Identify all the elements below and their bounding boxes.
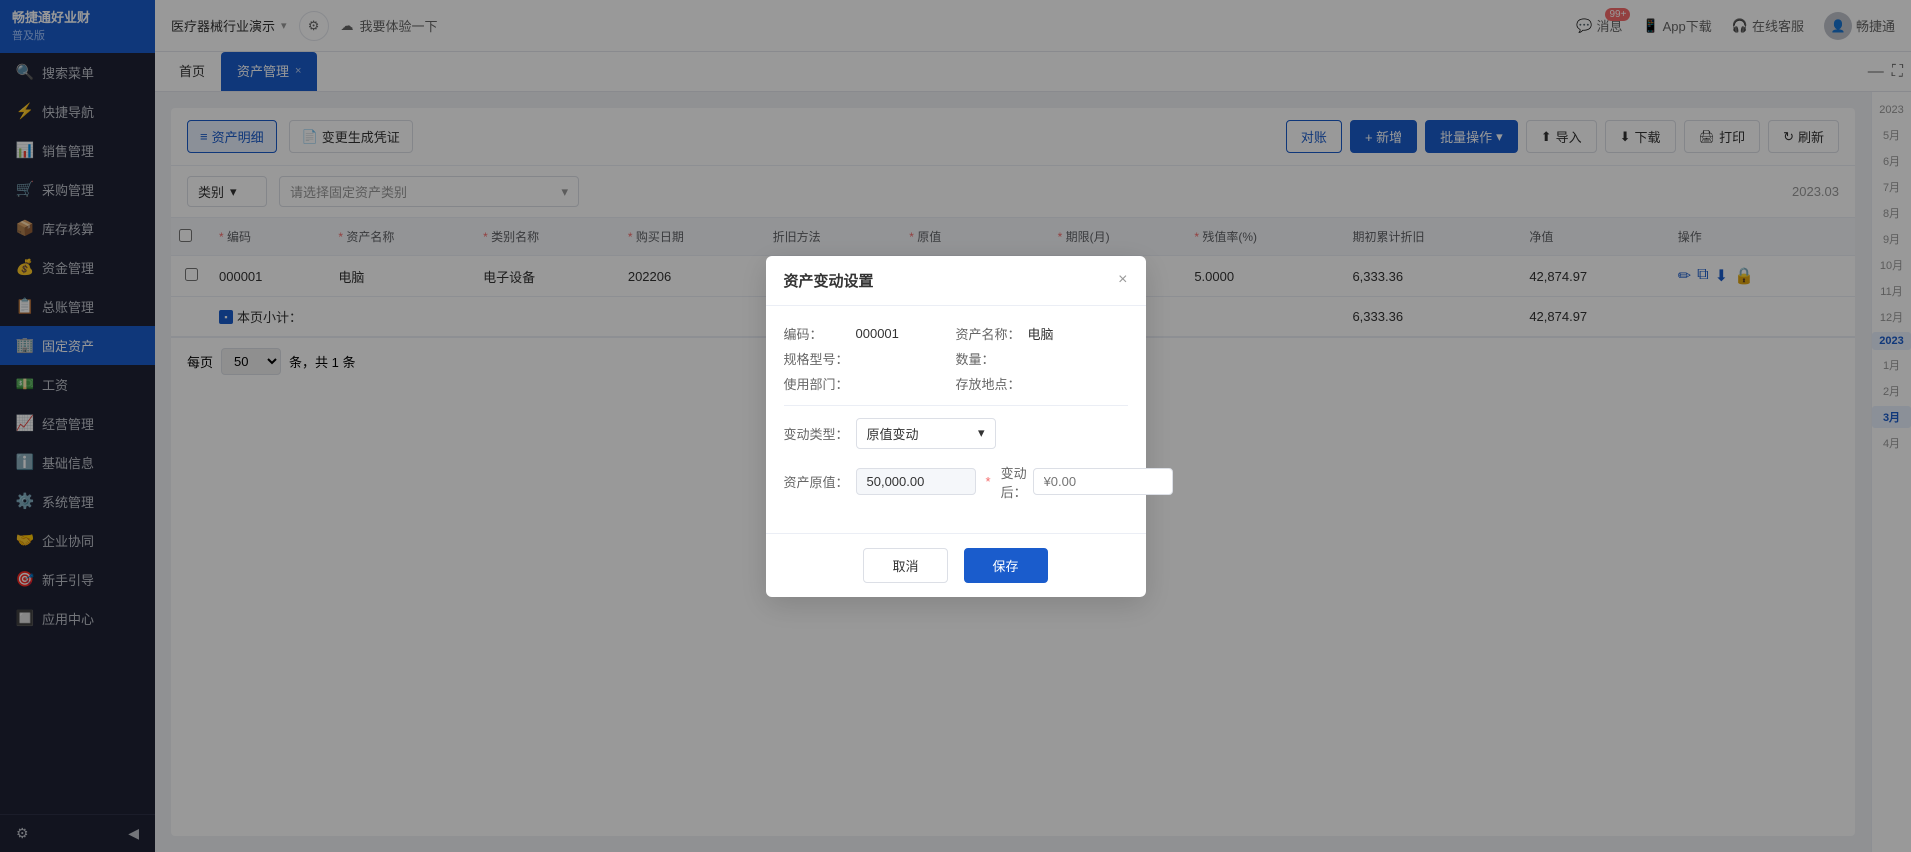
original-value-label: 资产原值： xyxy=(784,472,856,491)
modal-info-row3: 使用部门： 存放地点： xyxy=(784,374,1128,393)
spec-label: 规格型号： xyxy=(784,349,856,368)
required-mark: * xyxy=(986,474,991,489)
location-label: 存放地点： xyxy=(956,374,1028,393)
value-row: 资产原值： 50,000.00 * 变动后： xyxy=(784,463,1128,501)
modal-name-field: 资产名称： 电脑 xyxy=(956,324,1128,343)
modal-overlay[interactable]: 资产变动设置 × 编码： 000001 资产名称： 电脑 规格型号： xyxy=(0,0,1911,852)
modal-info-row2: 规格型号： 数量： xyxy=(784,349,1128,368)
cancel-button[interactable]: 取消 xyxy=(863,548,947,583)
after-label: 变动后： xyxy=(1001,463,1027,501)
code-value: 000001 xyxy=(856,326,899,341)
change-type-selector[interactable]: 原值变动 ▾ xyxy=(856,418,996,449)
save-button[interactable]: 保存 xyxy=(964,548,1048,583)
modal-spec-field: 规格型号： xyxy=(784,349,956,368)
dept-label: 使用部门： xyxy=(784,374,856,393)
modal-code-field: 编码： 000001 xyxy=(784,324,956,343)
modal-header: 资产变动设置 × xyxy=(766,256,1146,306)
code-label: 编码： xyxy=(784,324,856,343)
modal-footer: 取消 保存 xyxy=(766,533,1146,597)
after-value-input[interactable] xyxy=(1033,468,1173,495)
original-value-display: 50,000.00 xyxy=(856,468,976,495)
modal-divider xyxy=(784,405,1128,406)
change-type-value: 原值变动 xyxy=(867,424,919,443)
modal-close-button[interactable]: × xyxy=(1118,271,1127,289)
modal-location-field: 存放地点： xyxy=(956,374,1128,393)
change-type-chevron-icon: ▾ xyxy=(978,425,985,441)
asset-name-label: 资产名称： xyxy=(956,324,1028,343)
modal-qty-field: 数量： xyxy=(956,349,1128,368)
modal-title: 资产变动设置 xyxy=(784,270,874,291)
qty-label: 数量： xyxy=(956,349,1028,368)
asset-change-modal: 资产变动设置 × 编码： 000001 资产名称： 电脑 规格型号： xyxy=(766,256,1146,597)
modal-dept-field: 使用部门： xyxy=(784,374,956,393)
asset-name-value: 电脑 xyxy=(1028,324,1054,343)
modal-info-row1: 编码： 000001 资产名称： 电脑 xyxy=(784,324,1128,343)
change-type-label: 变动类型： xyxy=(784,424,856,443)
change-type-row: 变动类型： 原值变动 ▾ xyxy=(784,418,1128,449)
modal-body: 编码： 000001 资产名称： 电脑 规格型号： 数量： xyxy=(766,306,1146,533)
